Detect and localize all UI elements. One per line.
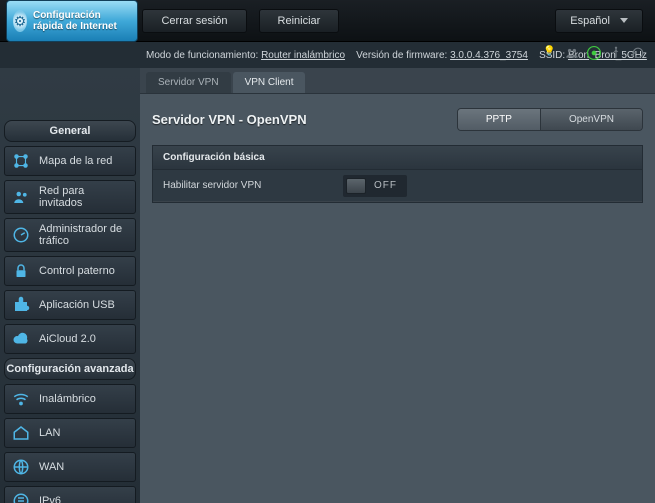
- sidebar-item-parental-control[interactable]: Control paterno: [4, 256, 136, 286]
- vpn-type-toggle: PPTP OpenVPN: [457, 108, 643, 131]
- panel-header: Configuración básica: [153, 146, 642, 170]
- toggle-state: OFF: [374, 180, 397, 191]
- nav-label: Mapa de la red: [39, 155, 112, 167]
- sidebar: General Mapa de la red Red para invitado…: [0, 68, 140, 503]
- network-map-icon: [11, 151, 31, 171]
- users-icon[interactable]: [565, 46, 579, 60]
- nav-label: WAN: [39, 461, 64, 473]
- qis-label: Configuración rápida de Internet: [33, 10, 131, 32]
- quick-internet-setup-button[interactable]: ⚙ Configuración rápida de Internet: [6, 0, 138, 42]
- toggle-knob: [346, 178, 366, 194]
- home-icon: [11, 423, 31, 443]
- main-content: Servidor VPN VPN Client Servidor VPN - O…: [140, 68, 655, 503]
- enable-vpn-toggle[interactable]: OFF: [343, 175, 407, 197]
- wifi-icon: [11, 389, 31, 409]
- puzzle-icon: [11, 295, 31, 315]
- pill-pptp[interactable]: PPTP: [458, 109, 540, 130]
- status-icons: 💡: [543, 46, 645, 60]
- cloud-icon: [11, 329, 31, 349]
- empty-area: [152, 203, 643, 473]
- tab-vpn-server[interactable]: Servidor VPN: [146, 72, 231, 93]
- usb-icon[interactable]: [609, 46, 623, 60]
- operation-mode-link[interactable]: Router inalámbrico: [261, 50, 345, 61]
- reboot-button[interactable]: Reiniciar: [259, 9, 340, 33]
- enable-vpn-label: Habilitar servidor VPN: [153, 180, 343, 191]
- sidebar-item-wan[interactable]: WAN: [4, 452, 136, 482]
- nav-label: Red para invitados: [39, 185, 129, 209]
- pill-openvpn[interactable]: OpenVPN: [540, 109, 642, 130]
- nav-label: Aplicación USB: [39, 299, 115, 311]
- sidebar-item-network-map[interactable]: Mapa de la red: [4, 146, 136, 176]
- guest-network-icon: [11, 187, 31, 207]
- sidebar-item-lan[interactable]: LAN: [4, 418, 136, 448]
- sidebar-item-usb-app[interactable]: Aplicación USB: [4, 290, 136, 320]
- sidebar-item-aicloud[interactable]: AiCloud 2.0: [4, 324, 136, 354]
- nav-label: IPv6: [39, 495, 61, 503]
- tab-vpn-client[interactable]: VPN Client: [233, 72, 306, 93]
- chevron-down-icon: [620, 18, 628, 23]
- logout-button[interactable]: Cerrar sesión: [142, 9, 246, 33]
- section-general: General: [4, 120, 136, 142]
- nav-label: Inalámbrico: [39, 393, 96, 405]
- sidebar-item-guest-network[interactable]: Red para invitados: [4, 180, 136, 214]
- gear-icon: ⚙: [13, 10, 27, 32]
- bulb-icon[interactable]: 💡: [543, 46, 557, 60]
- network-status-icon[interactable]: [587, 46, 601, 60]
- language-selector[interactable]: Español: [555, 9, 643, 33]
- sidebar-item-wireless[interactable]: Inalámbrico: [4, 384, 136, 414]
- tab-bar: Servidor VPN VPN Client: [140, 68, 655, 94]
- firmware-version-link[interactable]: 3.0.0.4.376_3754: [450, 50, 528, 61]
- nav-label: Control paterno: [39, 265, 115, 277]
- language-label: Español: [570, 15, 610, 27]
- nav-label: AiCloud 2.0: [39, 333, 96, 345]
- sidebar-item-ipv6[interactable]: IPv6: [4, 486, 136, 503]
- nav-label: Administrador de tráfico: [39, 223, 129, 247]
- sidebar-item-traffic-manager[interactable]: Administrador de tráfico: [4, 218, 136, 252]
- enable-vpn-row: Habilitar servidor VPN OFF: [153, 170, 642, 202]
- info-bar: Modo de funcionamiento: Router inalámbri…: [0, 42, 655, 68]
- lock-icon: [11, 261, 31, 281]
- traffic-icon: [11, 225, 31, 245]
- page-title: Servidor VPN - OpenVPN: [152, 112, 443, 127]
- nav-label: LAN: [39, 427, 60, 439]
- basic-config-panel: Configuración básica Habilitar servidor …: [152, 145, 643, 203]
- ipv6-icon: [11, 491, 31, 503]
- section-advanced: Configuración avanzada: [4, 358, 136, 380]
- globe-icon: [11, 457, 31, 477]
- refresh-icon[interactable]: [631, 46, 645, 60]
